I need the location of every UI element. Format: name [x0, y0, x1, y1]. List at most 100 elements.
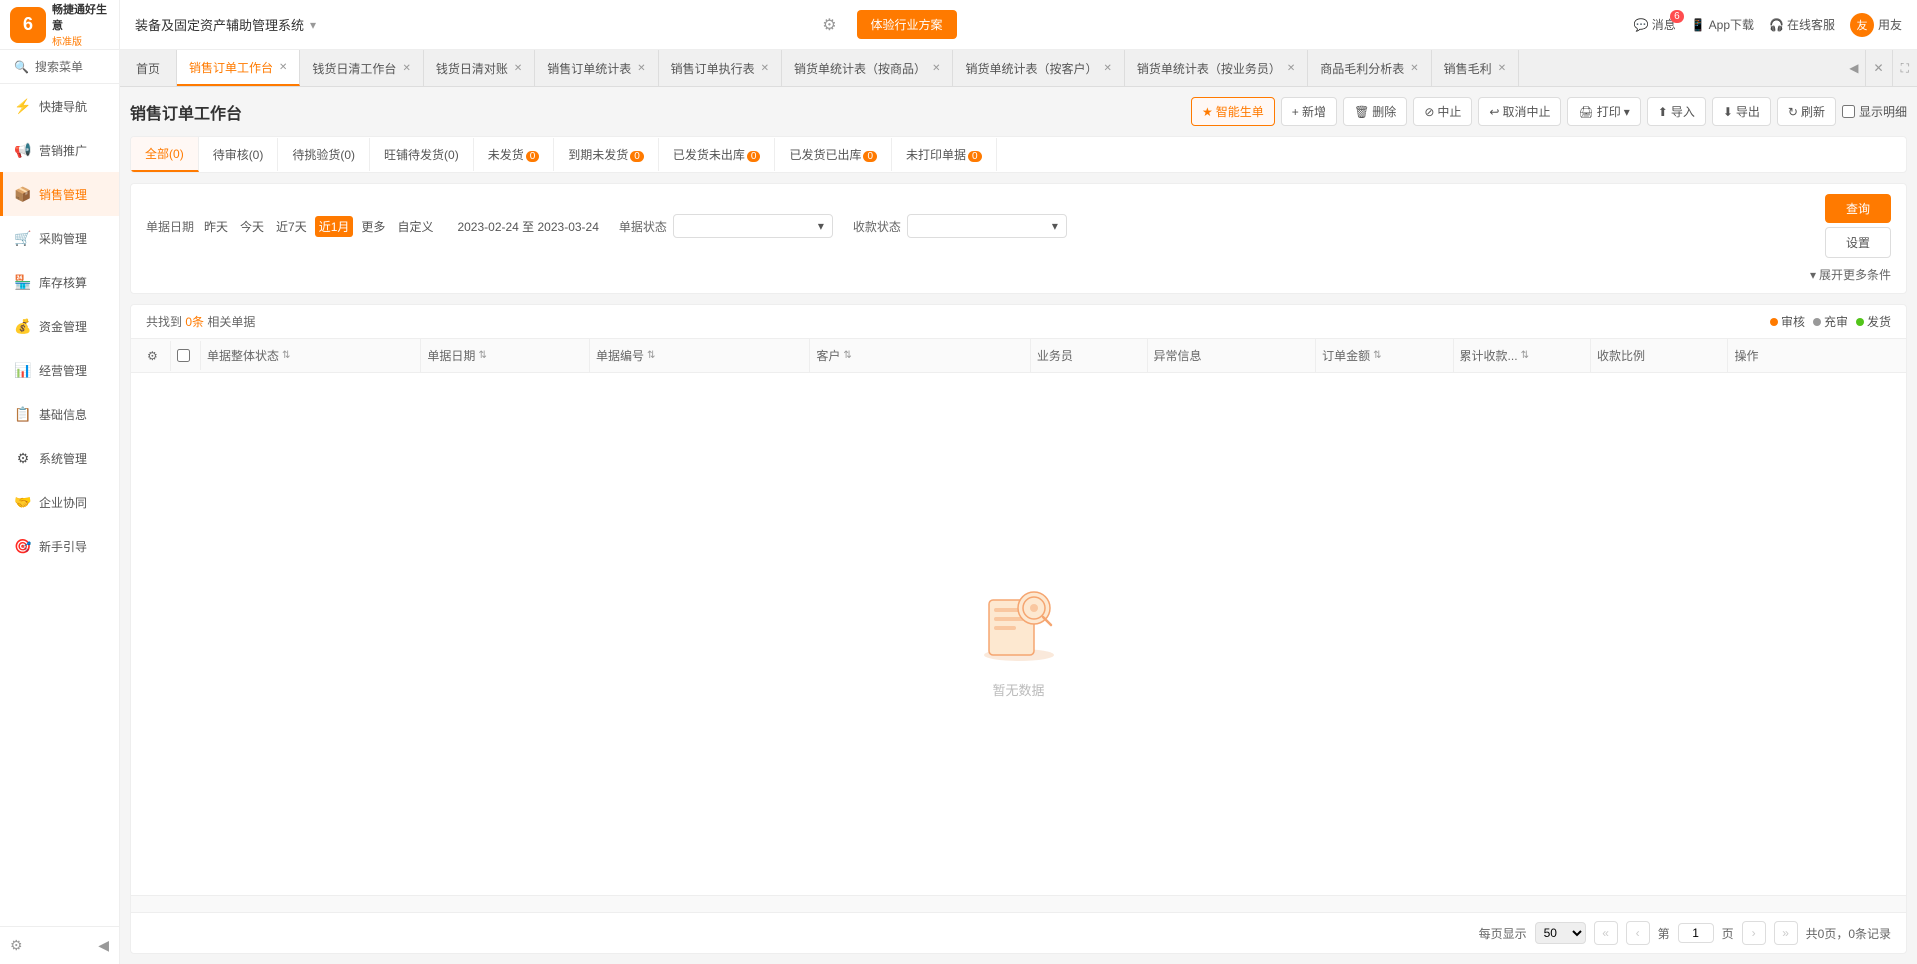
no-sort-icon[interactable]: ⇅ [647, 350, 655, 361]
tab-close-exec[interactable]: ✕ [761, 63, 769, 74]
add-btn[interactable]: + 新增 [1281, 97, 1337, 126]
pagination-last-btn[interactable]: » [1774, 921, 1798, 945]
tab-close-sales-stats[interactable]: ✕ [637, 63, 645, 74]
pagination-first-btn[interactable]: « [1594, 921, 1618, 945]
refresh-btn[interactable]: ↻ 刷新 [1777, 97, 1836, 126]
page-title: 销售订单工作台 [130, 100, 1191, 124]
payment-select[interactable]: ▾ [907, 214, 1067, 238]
date-today[interactable]: 今天 [236, 216, 268, 237]
import-btn[interactable]: ⬆ 导入 [1647, 97, 1706, 126]
sidebar-item-guide[interactable]: 🎯新手引导 [0, 524, 119, 568]
date-1month[interactable]: 近1月 [315, 216, 354, 237]
search-area: 单据日期 昨天 今天 近7天 近1月 更多 自定义 2023-02-24 至 2… [130, 183, 1907, 294]
filter-tab-not-printed[interactable]: 未打印单据0 [892, 138, 997, 171]
filter-tab-expired-not-shipped[interactable]: 到期未发货0 [554, 138, 659, 171]
tab-sales-stats-staff[interactable]: 销货单统计表（按业务员） ✕ [1125, 50, 1308, 86]
ship-btn[interactable]: 发货 [1856, 313, 1891, 330]
page-input[interactable] [1678, 923, 1714, 943]
filter-tab-pending-inspect[interactable]: 待挑验货(0) [278, 138, 370, 171]
tab-product-margin[interactable]: 商品毛利分析表 ✕ [1308, 50, 1431, 86]
pagination-prev-btn[interactable]: ‹ [1626, 921, 1650, 945]
sidebar-item-finance[interactable]: 💰资金管理 [0, 304, 119, 348]
tabbar-close-btn[interactable]: ✕ [1865, 50, 1892, 86]
tab-close-product[interactable]: ✕ [932, 63, 940, 74]
topbar-gear-icon[interactable]: ⚙ [822, 15, 836, 35]
setting-btn[interactable]: 设置 [1825, 227, 1891, 258]
online-service-btn[interactable]: 🎧 在线客服 [1769, 16, 1835, 33]
print-btn[interactable]: 🖨 打印 ▾ [1567, 97, 1640, 126]
delete-btn[interactable]: 🗑 删除 [1343, 97, 1407, 126]
status-sort-icon[interactable]: ⇅ [282, 350, 290, 361]
tab-cash-reconcile[interactable]: 钱货日清对账 ✕ [424, 50, 535, 86]
sidebar-item-sales[interactable]: 📦销售管理 [0, 172, 119, 216]
tab-sales-order-stats[interactable]: 销售订单统计表 ✕ [535, 50, 658, 86]
tabbar-fullscreen-btn[interactable]: ⛶ [1892, 50, 1917, 86]
sidebar-item-basic-info[interactable]: 📋基础信息 [0, 392, 119, 436]
tab-cash-daily[interactable]: 钱货日清工作台 ✕ [300, 50, 423, 86]
sidebar-search-btn[interactable]: 🔍 搜索菜单 [0, 50, 119, 84]
show-detail-checkbox[interactable]: 显示明细 [1842, 103, 1907, 120]
suspend-btn[interactable]: ⊘ 中止 [1413, 97, 1472, 126]
status-select[interactable]: ▾ [673, 214, 833, 238]
tab-sales-order-exec[interactable]: 销售订单执行表 ✕ [659, 50, 782, 86]
date-custom[interactable]: 自定义 [393, 216, 437, 237]
expand-conditions-btn[interactable]: ▾ 展开更多条件 [1810, 266, 1891, 283]
date-more[interactable]: 更多 [357, 216, 389, 237]
filter-tab-pending-review[interactable]: 待审核(0) [199, 138, 279, 171]
tab-close-staff[interactable]: ✕ [1287, 63, 1295, 74]
cancel-suspend-icon: ↩ [1489, 105, 1499, 119]
sidebar-item-enterprise[interactable]: 🤝企业协同 [0, 480, 119, 524]
sidebar-item-operations[interactable]: 📊经营管理 [0, 348, 119, 392]
message-btn[interactable]: 💬 消息 6 [1634, 16, 1676, 33]
solution-btn[interactable]: 体验行业方案 [857, 10, 957, 39]
tab-sales-order-workbench[interactable]: 销售订单工作台 ✕ [177, 50, 300, 86]
app-download-btn[interactable]: 📱 App下载 [1691, 16, 1754, 33]
sidebar-item-inventory[interactable]: 🏪库存核算 [0, 260, 119, 304]
tab-close-sales-order[interactable]: ✕ [279, 62, 287, 73]
sidebar-item-quick-nav[interactable]: ⚡快捷导航 [0, 84, 119, 128]
tab-sales-stats-product[interactable]: 销货单统计表（按商品） ✕ [782, 50, 953, 86]
collapse-icon[interactable]: ◀ [98, 937, 109, 954]
date-sort-icon[interactable]: ⇅ [478, 350, 486, 361]
date-7days[interactable]: 近7天 [272, 216, 311, 237]
tab-close-cash-daily[interactable]: ✕ [402, 63, 410, 74]
export-btn[interactable]: ⬇ 导出 [1712, 97, 1771, 126]
filter-tab-shipped-not-in[interactable]: 已发货未出库0 [659, 138, 776, 171]
pagination-next-btn[interactable]: › [1742, 921, 1766, 945]
filter-tab-all[interactable]: 全部(0) [131, 137, 199, 172]
receipt-sort-icon[interactable]: ⇅ [1521, 350, 1529, 361]
date-yesterday[interactable]: 昨天 [200, 216, 232, 237]
tab-sales-stats-customer[interactable]: 销货单统计表（按客户） ✕ [953, 50, 1124, 86]
amount-sort-icon[interactable]: ⇅ [1373, 350, 1381, 361]
sidebar-item-marketing[interactable]: 📢营销推广 [0, 128, 119, 172]
tab-close-margin[interactable]: ✕ [1410, 63, 1418, 74]
status-select-arrow: ▾ [818, 219, 824, 233]
query-btn[interactable]: 查询 [1825, 194, 1891, 223]
user-btn[interactable]: 友 用友 [1850, 13, 1902, 37]
suspend-icon: ⊘ [1424, 105, 1434, 119]
th-checkbox[interactable] [171, 341, 201, 370]
tab-close-profit[interactable]: ✕ [1498, 63, 1506, 74]
sidebar-item-system[interactable]: ⚙系统管理 [0, 436, 119, 480]
tab-close-customer[interactable]: ✕ [1103, 63, 1111, 74]
filter-tab-not-shipped[interactable]: 未发货0 [474, 138, 555, 171]
review-btn[interactable]: 审核 [1770, 313, 1805, 330]
th-settings[interactable]: ⚙ [141, 341, 171, 371]
tab-home[interactable]: 首页 [120, 50, 177, 86]
cancel-suspend-btn[interactable]: ↩ 取消中止 [1478, 97, 1561, 126]
tab-close-cash-reconcile[interactable]: ✕ [514, 63, 522, 74]
sidebar-item-purchase[interactable]: 🛒采购管理 [0, 216, 119, 260]
filter-tab-shipped-out[interactable]: 已发货已出库0 [775, 138, 892, 171]
settings-icon[interactable]: ⚙ [10, 937, 23, 954]
filter-tab-wangpu[interactable]: 旺铺待发货(0) [370, 138, 474, 171]
per-page-select[interactable]: 50 10 20 100 [1535, 922, 1586, 944]
tabbar-prev-btn[interactable]: ◀ [1843, 61, 1864, 75]
customer-sort-icon[interactable]: ⇅ [843, 350, 851, 361]
tab-sales-profit[interactable]: 销售毛利 ✕ [1432, 50, 1519, 86]
table-scrollbar[interactable] [131, 895, 1906, 912]
show-detail-input[interactable] [1842, 105, 1855, 118]
smart-create-btn[interactable]: ★ 智能生单 [1191, 97, 1275, 126]
unreviewed-btn[interactable]: 充审 [1813, 313, 1848, 330]
select-all-checkbox[interactable] [177, 349, 190, 362]
topbar-dropdown-icon[interactable]: ▾ [310, 18, 316, 32]
